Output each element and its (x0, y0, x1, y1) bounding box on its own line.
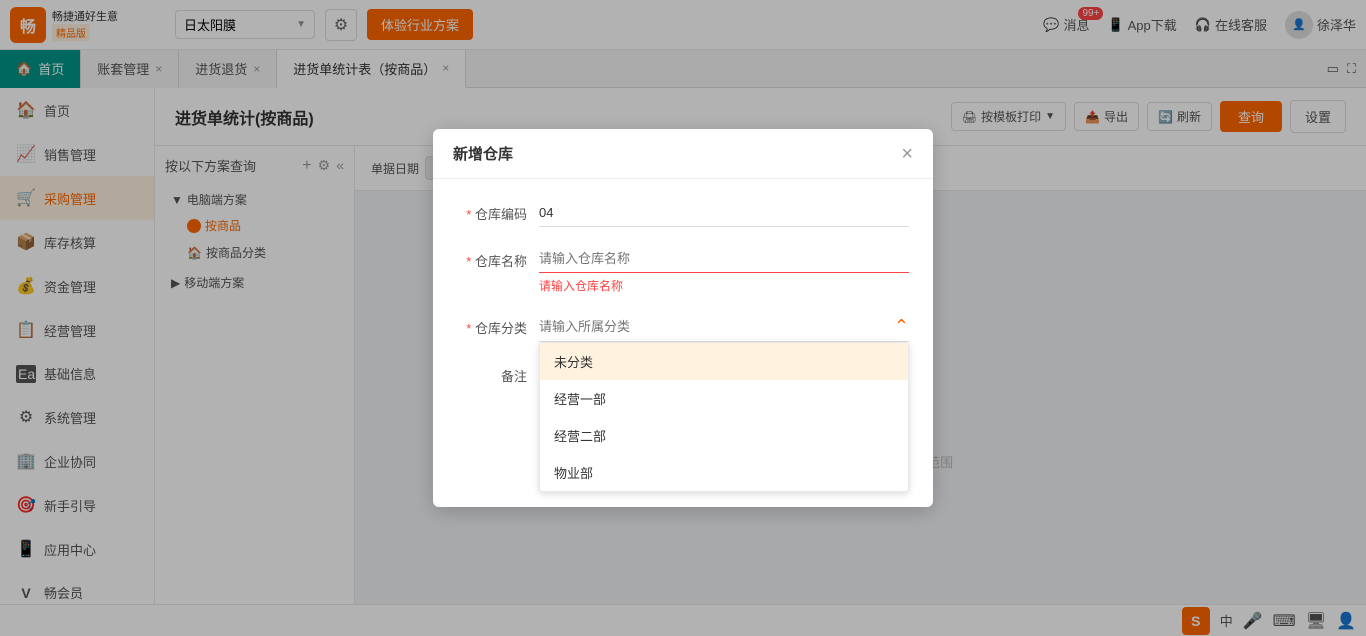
code-label: * 仓库编码 (457, 204, 527, 223)
classify-required-star: * (466, 321, 471, 336)
dropdown-item-unclassified[interactable]: 未分类 (540, 343, 908, 380)
dialog-title: 新增仓库 (453, 143, 513, 164)
name-input[interactable] (539, 245, 909, 273)
dropdown-item-dept2[interactable]: 经营二部 (540, 417, 908, 454)
form-row-classify: * 仓库分类 ⌃ 未分类 经营一部 经营二部 物业部 (457, 312, 909, 342)
name-field: 请输入仓库名称 (539, 245, 909, 294)
dialog-body: * 仓库编码 * 仓库名称 请输入仓库名称 (433, 179, 933, 441)
name-error-msg: 请输入仓库名称 (539, 277, 909, 294)
code-input[interactable] (539, 199, 909, 227)
dropdown-item-dept1[interactable]: 经营一部 (540, 380, 908, 417)
form-row-code: * 仓库编码 (457, 199, 909, 227)
classify-label: * 仓库分类 (457, 312, 527, 337)
dropdown-item-property[interactable]: 物业部 (540, 454, 908, 491)
note-label: 备注 (457, 360, 527, 385)
overlay[interactable]: 新增仓库 × * 仓库编码 * 仓库名称 (0, 0, 1366, 636)
required-star: * (466, 207, 471, 222)
code-field (539, 199, 909, 227)
name-label: * 仓库名称 (457, 245, 527, 270)
form-row-name: * 仓库名称 请输入仓库名称 (457, 245, 909, 294)
classify-input[interactable] (539, 317, 894, 336)
name-required-star: * (466, 254, 471, 269)
classify-dropdown: 未分类 经营一部 经营二部 物业部 (539, 342, 909, 492)
classify-arrow-icon[interactable]: ⌃ (894, 316, 909, 337)
dialog: 新增仓库 × * 仓库编码 * 仓库名称 (433, 129, 933, 507)
classify-input-row: ⌃ (539, 312, 909, 342)
classify-field: ⌃ 未分类 经营一部 经营二部 物业部 (539, 312, 909, 342)
dialog-close-icon[interactable]: × (901, 144, 913, 164)
dialog-header: 新增仓库 × (433, 129, 933, 179)
